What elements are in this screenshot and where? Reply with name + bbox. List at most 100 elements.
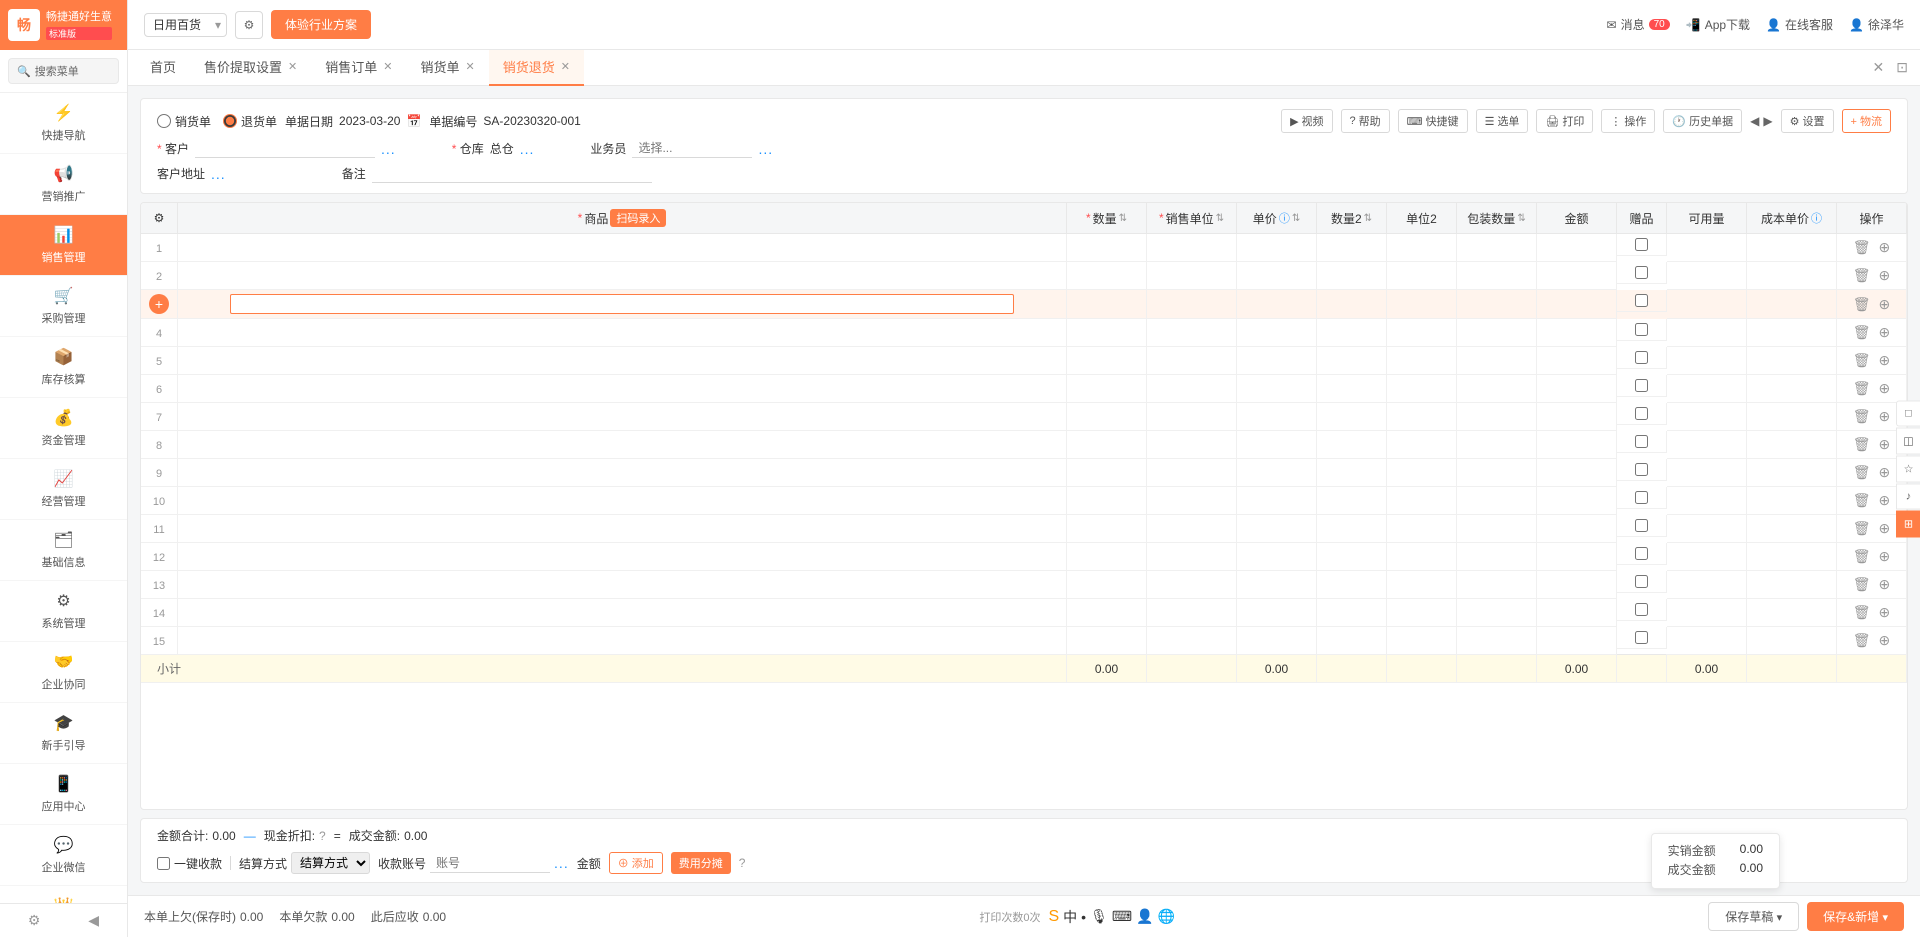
copy-row-10[interactable]: ⊕ xyxy=(1879,492,1891,509)
delete-row-4[interactable]: 🗑 xyxy=(1853,324,1871,341)
delete-row-2[interactable]: 🗑 xyxy=(1853,267,1871,284)
quick-btn-3[interactable]: ☆ xyxy=(1896,455,1920,482)
video-btn[interactable]: ▶ 视频 xyxy=(1281,109,1332,133)
prev-record-btn[interactable]: ◀ xyxy=(1750,114,1759,128)
add-btn[interactable]: ⊕ 添加 xyxy=(609,852,663,874)
minus-icon[interactable]: — xyxy=(244,829,256,843)
draft-btn[interactable]: 保存草稿 ▾ xyxy=(1708,902,1799,931)
gift-checkbox-1[interactable] xyxy=(1635,238,1648,251)
sidebar-item-marketing[interactable]: 📢 营销推广 xyxy=(0,154,127,215)
gift-checkbox-14[interactable] xyxy=(1635,603,1648,616)
customer-input[interactable] xyxy=(195,139,375,158)
expand-tabs-btn[interactable]: ⊡ xyxy=(1892,57,1912,78)
tab-home[interactable]: 首页 xyxy=(136,50,190,86)
one-click-pay-label[interactable]: 一键收款 xyxy=(157,855,222,872)
copy-row-12[interactable]: ⊕ xyxy=(1879,548,1891,565)
address-dots[interactable]: ... xyxy=(211,166,226,182)
operate-btn[interactable]: ⋮ 操作 xyxy=(1601,109,1655,133)
trial-btn[interactable]: 体验行业方案 xyxy=(271,10,371,39)
cash-discount-help-icon[interactable]: ? xyxy=(319,829,326,843)
payment-method-select[interactable]: 结算方式 xyxy=(291,852,370,874)
copy-row-6[interactable]: ⊕ xyxy=(1879,380,1891,397)
gift-checkbox-15[interactable] xyxy=(1635,631,1648,644)
save-new-dropdown-icon[interactable]: ▾ xyxy=(1882,912,1888,924)
app-download-group[interactable]: 📲 App下载 xyxy=(1686,16,1750,33)
copy-row-11[interactable]: ⊕ xyxy=(1879,520,1891,537)
sidebar-item-member[interactable]: 👑 畅会员 xyxy=(0,886,127,903)
price-sort-icon[interactable]: ⇅ xyxy=(1292,213,1300,224)
gift-checkbox-12[interactable] xyxy=(1635,547,1648,560)
scan-btn[interactable]: 扫码录入 xyxy=(610,209,666,227)
copy-row-7[interactable]: ⊕ xyxy=(1879,408,1891,425)
settings-bottom-icon[interactable]: ⚙ xyxy=(28,912,41,929)
radio-delivery[interactable]: 销货单 xyxy=(157,113,211,130)
select-btn[interactable]: ☰ 选单 xyxy=(1476,109,1529,133)
sidebar-item-quick-nav[interactable]: ⚡ 快捷导航 xyxy=(0,93,127,154)
shortcut-btn[interactable]: ⌨ 快捷键 xyxy=(1398,109,1468,133)
copy-row-13[interactable]: ⊕ xyxy=(1879,576,1891,593)
copy-row-14[interactable]: ⊕ xyxy=(1879,604,1891,621)
gift-checkbox-5[interactable] xyxy=(1635,351,1648,364)
quick-btn-4[interactable]: ♪ xyxy=(1896,483,1920,509)
radio-return-input[interactable] xyxy=(223,114,237,128)
delete-row-12[interactable]: 🗑 xyxy=(1853,548,1871,565)
delete-row-14[interactable]: 🗑 xyxy=(1853,604,1871,621)
copy-row-8[interactable]: ⊕ xyxy=(1879,436,1891,453)
sidebar-item-guide[interactable]: 🎓 新手引导 xyxy=(0,703,127,764)
quick-btn-5[interactable]: ⊞ xyxy=(1896,510,1920,537)
gift-checkbox-10[interactable] xyxy=(1635,491,1648,504)
delete-row-5[interactable]: 🗑 xyxy=(1853,352,1871,369)
copy-row-4[interactable]: ⊕ xyxy=(1879,324,1891,341)
tab-sales-order-close[interactable]: ✕ xyxy=(383,60,392,73)
sidebar-item-finance[interactable]: 💰 资金管理 xyxy=(0,398,127,459)
copy-row-3[interactable]: ⊕ xyxy=(1879,296,1891,313)
add-row-btn[interactable]: + xyxy=(149,294,169,314)
warehouse-dots[interactable]: ... xyxy=(520,141,535,157)
copy-row-1[interactable]: ⊕ xyxy=(1879,239,1891,256)
delete-row-10[interactable]: 🗑 xyxy=(1853,492,1871,509)
gift-checkbox-4[interactable] xyxy=(1635,323,1648,336)
delete-row-13[interactable]: 🗑 xyxy=(1853,576,1871,593)
delete-row-6[interactable]: 🗑 xyxy=(1853,380,1871,397)
fee-split-btn[interactable]: 费用分摊 xyxy=(671,852,731,874)
gift-checkbox-6[interactable] xyxy=(1635,379,1648,392)
industry-select-wrap[interactable]: 日用百货 xyxy=(144,13,227,37)
copy-row-5[interactable]: ⊕ xyxy=(1879,352,1891,369)
settings-btn[interactable]: ⚙ 设置 xyxy=(1781,109,1834,133)
delete-row-1[interactable]: 🗑 xyxy=(1853,239,1871,256)
tab-price-settings[interactable]: 售价提取设置 ✕ xyxy=(190,50,311,86)
gift-checkbox-9[interactable] xyxy=(1635,463,1648,476)
sidebar-item-system[interactable]: ⚙ 系统管理 xyxy=(0,581,127,642)
delete-row-7[interactable]: 🗑 xyxy=(1853,408,1871,425)
tab-sales-order[interactable]: 销售订单 ✕ xyxy=(311,50,406,86)
remark-input[interactable] xyxy=(372,164,652,183)
topbar-settings-icon[interactable]: ⚙ xyxy=(235,11,263,39)
online-service-group[interactable]: 👤 在线客服 xyxy=(1766,16,1833,33)
account-dots[interactable]: ... xyxy=(554,855,569,871)
tab-sales-delivery[interactable]: 销货单 ✕ xyxy=(406,50,488,86)
fee-split-help-icon[interactable]: ? xyxy=(739,856,746,870)
close-all-btn[interactable]: ✕ xyxy=(1869,57,1889,78)
gift-checkbox-13[interactable] xyxy=(1635,575,1648,588)
sidebar-item-app-center[interactable]: 📱 应用中心 xyxy=(0,764,127,825)
quick-btn-1[interactable]: □ xyxy=(1896,400,1920,426)
unit-sort-icon[interactable]: ⇅ xyxy=(1216,213,1224,224)
copy-row-2[interactable]: ⊕ xyxy=(1879,267,1891,284)
gift-checkbox-8[interactable] xyxy=(1635,435,1648,448)
qty2-sort-icon[interactable]: ⇅ xyxy=(1364,213,1372,224)
qty-sort-icon[interactable]: ⇅ xyxy=(1119,213,1127,224)
cost-price-info-icon[interactable]: ⓘ xyxy=(1811,210,1822,226)
gift-checkbox-7[interactable] xyxy=(1635,407,1648,420)
message-group[interactable]: ✉ 消息 70 xyxy=(1607,16,1670,33)
one-click-pay-checkbox[interactable] xyxy=(157,857,170,870)
price-info-icon[interactable]: ⓘ xyxy=(1279,210,1290,226)
sidebar-item-enterprise[interactable]: 🤝 企业协同 xyxy=(0,642,127,703)
delete-row-8[interactable]: 🗑 xyxy=(1853,436,1871,453)
sidebar-item-operation[interactable]: 📈 经营管理 xyxy=(0,459,127,520)
product-input-${i}[interactable] xyxy=(230,294,1015,314)
search-menu-button[interactable]: 🔍 搜索菜单 xyxy=(8,58,119,84)
gift-checkbox-3[interactable] xyxy=(1635,294,1648,307)
customer-dots[interactable]: ... xyxy=(381,141,396,157)
sidebar-item-sales[interactable]: 📊 销售管理 xyxy=(0,215,127,276)
radio-delivery-input[interactable] xyxy=(157,114,171,128)
